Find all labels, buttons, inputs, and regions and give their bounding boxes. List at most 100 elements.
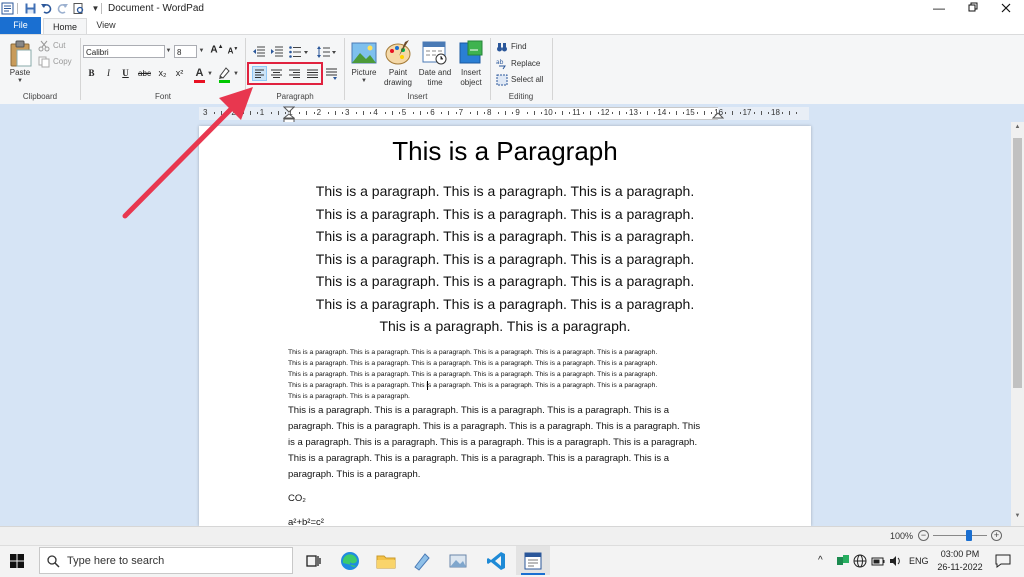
subscript-button[interactable]: x₂ (155, 66, 170, 81)
decrease-indent-button[interactable] (252, 45, 266, 59)
folder-icon (376, 555, 396, 569)
ruler-tick (647, 111, 649, 115)
ruler-tick (270, 112, 272, 114)
find-button[interactable]: Find (496, 41, 546, 53)
file-explorer-button[interactable] (375, 550, 397, 572)
wordpad-taskbar-button[interactable] (516, 546, 550, 575)
ruler-tick (483, 112, 485, 114)
ruler-tick (767, 112, 769, 114)
text-color-button[interactable]: A (192, 66, 207, 81)
select-all-icon (496, 74, 508, 86)
clock-date[interactable]: 26-11-2022 (931, 562, 989, 572)
zoom-level: 100% (890, 531, 914, 541)
tray-app-icon[interactable] (836, 554, 850, 568)
ruler-tick (562, 111, 563, 115)
tab-file[interactable]: File (0, 17, 41, 34)
vscode-button[interactable] (485, 550, 507, 572)
font-family-select[interactable]: Calibri (83, 45, 165, 58)
paragraph-line: is a paragraph. This is a paragraph. Thi… (288, 437, 698, 448)
paragraph-settings-button[interactable] (324, 66, 339, 81)
zoom-out-button[interactable]: − (918, 530, 929, 541)
bullet-list-icon (289, 46, 308, 58)
highlight-dropdown-icon[interactable]: ▼ (233, 71, 239, 77)
vertical-scroll-thumb[interactable] (1013, 138, 1022, 388)
bold-button[interactable]: B (84, 66, 99, 81)
italic-button[interactable]: I (101, 66, 116, 81)
paragraph-line: This is a paragraph. This is a paragraph… (315, 205, 695, 222)
right-indent-marker-icon[interactable] (712, 112, 724, 122)
superscript-button[interactable]: x² (172, 66, 187, 81)
wordpad-app-icon[interactable] (1, 2, 14, 15)
restore-button[interactable] (955, 0, 989, 17)
ruler-tick (526, 112, 528, 114)
scroll-down-icon[interactable]: ▼ (1013, 513, 1022, 523)
task-view-icon (306, 555, 321, 567)
strikethrough-button[interactable]: abc (136, 66, 153, 81)
grow-font-icon[interactable]: A▲ (210, 44, 224, 59)
text-color-letter: A (195, 67, 204, 79)
ruler-tick (469, 112, 471, 114)
ruler-tick (420, 111, 421, 115)
close-button[interactable] (989, 0, 1023, 17)
font-family-dropdown-icon[interactable]: ▼ (164, 45, 173, 58)
zoom-slider-track[interactable] (933, 535, 987, 536)
group-label-insert: Insert (407, 92, 428, 101)
network-globe-icon[interactable] (853, 554, 867, 568)
language-indicator[interactable]: ENG (909, 556, 929, 566)
ruler-tick (313, 112, 315, 114)
copy-button[interactable]: Copy (38, 56, 74, 69)
windows-start-button[interactable] (10, 554, 24, 570)
active-app-indicator (521, 573, 545, 575)
increase-indent-button[interactable] (270, 45, 284, 59)
line-spacing-button[interactable] (316, 45, 338, 59)
ruler-tick (654, 112, 656, 114)
battery-icon[interactable] (871, 554, 885, 568)
font-size-dropdown-icon[interactable]: ▼ (197, 45, 206, 58)
print-preview-icon[interactable] (72, 2, 85, 15)
photos-button[interactable] (447, 550, 469, 572)
zoom-in-button[interactable]: + (991, 530, 1002, 541)
bullets-button[interactable] (288, 45, 310, 59)
select-all-label: Select all (511, 75, 544, 84)
paragraph-line: This is a paragraph. This is a paragraph… (288, 382, 658, 389)
clock-time[interactable]: 03:00 PM (937, 549, 983, 559)
show-hidden-icons-icon[interactable]: ^ (818, 555, 823, 566)
ruler-number: 11 (572, 108, 581, 117)
object-label-2: object (460, 78, 482, 87)
ribbon-tabs (0, 17, 1024, 34)
paste-button[interactable]: Paste ▼ (7, 40, 33, 92)
select-all-button[interactable]: Select all (496, 74, 552, 86)
notifications-icon[interactable] (995, 554, 1011, 568)
document-page[interactable]: This is a Paragraph This is a paragraph.… (199, 126, 811, 528)
minimize-button[interactable]: — (922, 0, 956, 17)
undo-icon[interactable] (40, 2, 53, 15)
zoom-slider-thumb[interactable] (966, 530, 972, 541)
insert-object-button[interactable]: Insert object (455, 40, 487, 88)
font-size-select[interactable]: 8 (174, 45, 197, 58)
paragraph-line: This is a paragraph. This is a paragraph… (315, 295, 695, 312)
annotation-arrow (122, 87, 253, 219)
group-label-clipboard: Clipboard (22, 92, 58, 101)
notepad-button[interactable] (411, 550, 433, 572)
tab-view[interactable]: View (93, 17, 119, 34)
text-color-dropdown-icon[interactable]: ▼ (207, 71, 213, 77)
date-time-button[interactable]: Date and time (416, 40, 454, 88)
ruler-tick (334, 111, 336, 115)
save-icon[interactable] (24, 2, 37, 15)
replace-button[interactable]: ab Replace (496, 58, 551, 70)
shrink-font-icon[interactable]: A▼ (226, 46, 240, 61)
tab-home[interactable]: Home (43, 18, 87, 35)
edge-browser-button[interactable] (339, 550, 361, 572)
group-separator (552, 38, 553, 100)
search-icon (47, 555, 60, 568)
picture-button[interactable]: Picture ▼ (348, 40, 380, 88)
redo-icon[interactable] (56, 2, 69, 15)
task-view-button[interactable] (302, 550, 324, 572)
scroll-up-icon[interactable]: ▲ (1013, 124, 1022, 134)
taskbar-search-box[interactable]: Type here to search (39, 547, 293, 574)
paint-drawing-button[interactable]: Paint drawing (381, 40, 415, 88)
cut-button[interactable]: Cut (38, 40, 74, 53)
highlight-button[interactable] (217, 66, 232, 81)
volume-icon[interactable] (888, 554, 902, 568)
underline-button[interactable]: U (118, 66, 133, 81)
